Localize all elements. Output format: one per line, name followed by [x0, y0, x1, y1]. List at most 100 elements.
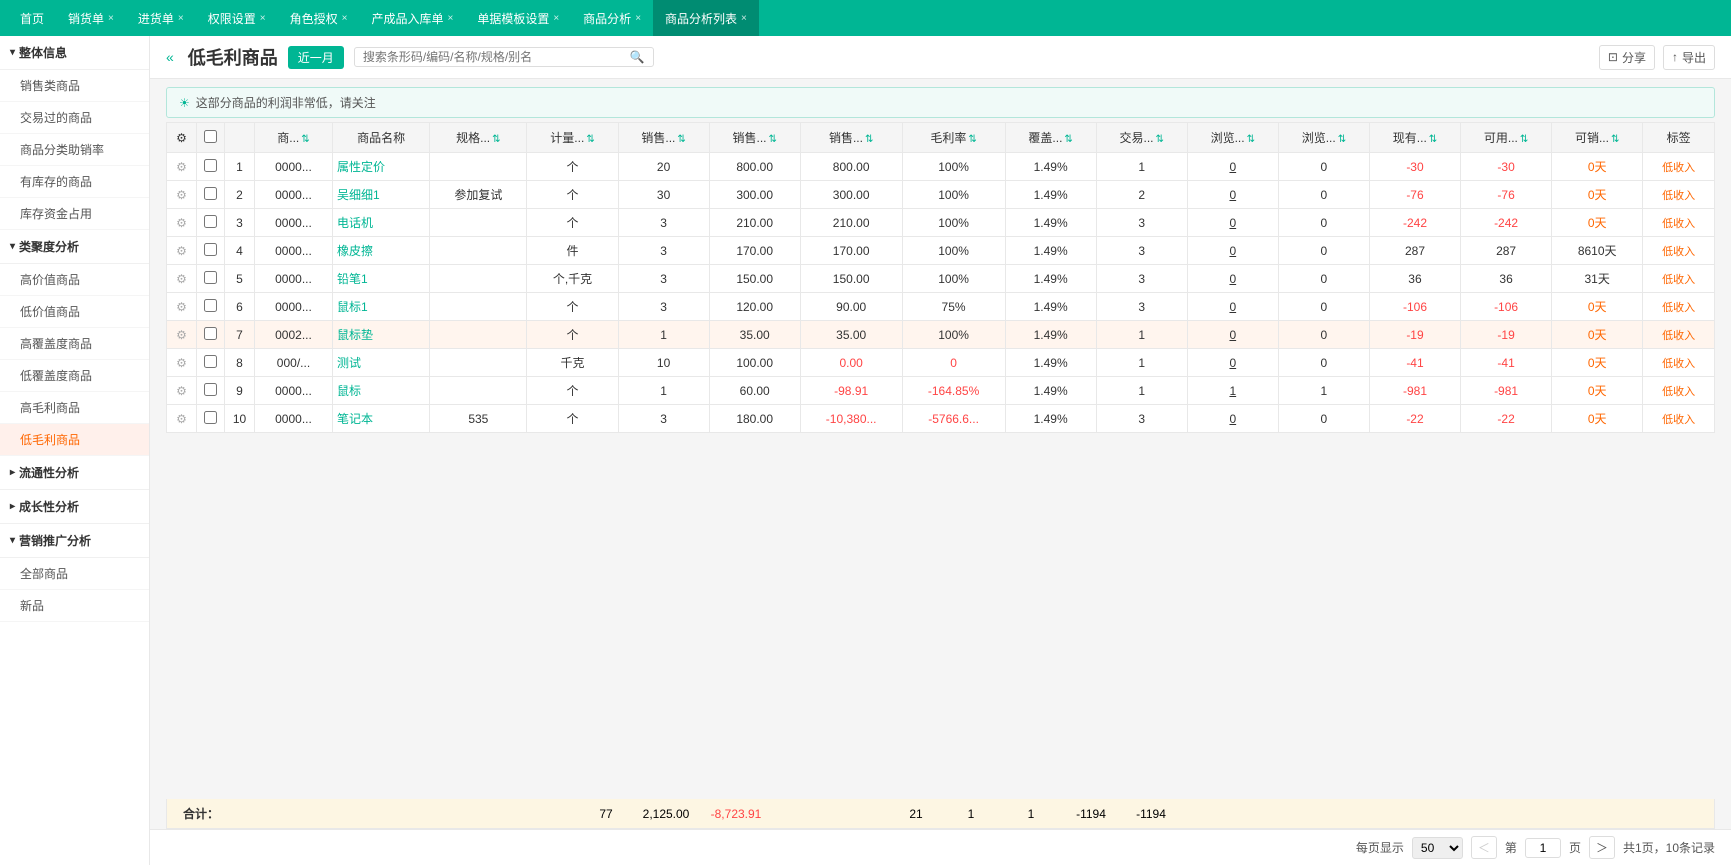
select-all-checkbox[interactable]: [204, 130, 217, 143]
col-spec[interactable]: 规格...⇅: [430, 123, 527, 153]
browse1[interactable]: 0: [1187, 237, 1278, 265]
sidebar-group-overview[interactable]: ▾ 整体信息: [0, 36, 149, 70]
row-checkbox[interactable]: [204, 327, 217, 340]
settings-cell[interactable]: ⚙: [167, 153, 197, 181]
close-icon[interactable]: ×: [108, 13, 114, 24]
nav-product-analysis-list[interactable]: 商品分析列表 ×: [653, 0, 759, 36]
sidebar-item-low-coverage[interactable]: 低覆盖度商品: [0, 360, 149, 392]
close-icon[interactable]: ×: [260, 13, 266, 24]
settings-cell[interactable]: ⚙: [167, 405, 197, 433]
checkbox-cell[interactable]: [197, 377, 225, 405]
nav-home[interactable]: 首页: [8, 0, 56, 36]
checkbox-cell[interactable]: [197, 209, 225, 237]
checkbox-col-header[interactable]: [197, 123, 225, 153]
date-filter-button[interactable]: 近一月: [288, 46, 344, 69]
sidebar-group-growth[interactable]: ▸ 成长性分析: [0, 490, 149, 524]
product-name[interactable]: 电话机: [332, 209, 429, 237]
close-icon[interactable]: ×: [553, 13, 559, 24]
product-name[interactable]: 铅笔1: [332, 265, 429, 293]
sidebar-item-sales-products[interactable]: 销售类商品: [0, 70, 149, 102]
settings-cell[interactable]: ⚙: [167, 209, 197, 237]
row-checkbox[interactable]: [204, 215, 217, 228]
nav-sales-order[interactable]: 销货单 ×: [56, 0, 126, 36]
close-icon[interactable]: ×: [178, 13, 184, 24]
sidebar-item-traded-products[interactable]: 交易过的商品: [0, 102, 149, 134]
row-checkbox[interactable]: [204, 355, 217, 368]
row-checkbox[interactable]: [204, 299, 217, 312]
row-checkbox[interactable]: [204, 411, 217, 424]
col-browse1[interactable]: 浏览...⇅: [1187, 123, 1278, 153]
browse1[interactable]: 0: [1187, 293, 1278, 321]
close-icon[interactable]: ×: [741, 13, 747, 24]
browse1[interactable]: 0: [1187, 153, 1278, 181]
col-unit[interactable]: 计量...⇅: [527, 123, 618, 153]
settings-cell[interactable]: ⚙: [167, 377, 197, 405]
search-icon[interactable]: 🔍: [630, 50, 645, 64]
browse1[interactable]: 0: [1187, 181, 1278, 209]
settings-cell[interactable]: ⚙: [167, 237, 197, 265]
settings-cell[interactable]: ⚙: [167, 321, 197, 349]
browse1[interactable]: 0: [1187, 405, 1278, 433]
product-name[interactable]: 笔记本: [332, 405, 429, 433]
settings-cell[interactable]: ⚙: [167, 265, 197, 293]
col-profit-rate[interactable]: 毛利率⇅: [902, 123, 1005, 153]
settings-cell[interactable]: ⚙: [167, 293, 197, 321]
product-name[interactable]: 橡皮擦: [332, 237, 429, 265]
checkbox-cell[interactable]: [197, 237, 225, 265]
col-code[interactable]: 商...⇅: [255, 123, 333, 153]
checkbox-cell[interactable]: [197, 293, 225, 321]
prev-page-button[interactable]: ＜: [1471, 836, 1497, 859]
checkbox-cell[interactable]: [197, 181, 225, 209]
product-name[interactable]: 鼠标1: [332, 293, 429, 321]
row-checkbox[interactable]: [204, 243, 217, 256]
product-name[interactable]: 属性定价: [332, 153, 429, 181]
col-sales-amount[interactable]: 销售...⇅: [709, 123, 800, 153]
page-size-select[interactable]: 50 100 200: [1412, 837, 1463, 859]
checkbox-cell[interactable]: [197, 265, 225, 293]
share-button[interactable]: ⊡ 分享: [1599, 45, 1655, 70]
next-page-button[interactable]: ＞: [1589, 836, 1615, 859]
sidebar-group-marketing[interactable]: ▾ 营销推广分析: [0, 524, 149, 558]
checkbox-cell[interactable]: [197, 405, 225, 433]
nav-purchase-order[interactable]: 进货单 ×: [126, 0, 196, 36]
sidebar-item-stock-capital[interactable]: 库存资金占用: [0, 198, 149, 230]
product-name[interactable]: 测试: [332, 349, 429, 377]
browse1[interactable]: 0: [1187, 349, 1278, 377]
col-available[interactable]: 可用...⇅: [1461, 123, 1552, 153]
col-coverage[interactable]: 覆盖...⇅: [1005, 123, 1096, 153]
browse1[interactable]: 0: [1187, 321, 1278, 349]
browse1[interactable]: 1: [1187, 377, 1278, 405]
browse1[interactable]: 0: [1187, 209, 1278, 237]
settings-col-header[interactable]: ⚙: [167, 123, 197, 153]
page-number-input[interactable]: [1525, 838, 1561, 858]
sidebar-item-high-value[interactable]: 高价值商品: [0, 264, 149, 296]
sidebar-item-all-products[interactable]: 全部商品: [0, 558, 149, 590]
nav-product-analysis[interactable]: 商品分析 ×: [571, 0, 653, 36]
row-checkbox[interactable]: [204, 271, 217, 284]
table-container[interactable]: ⚙ 商...⇅ 商品名称 规格...⇅ 计量...⇅ 销售...⇅ 销售...⇅…: [150, 122, 1731, 799]
settings-cell[interactable]: ⚙: [167, 181, 197, 209]
close-icon[interactable]: ×: [342, 13, 348, 24]
sidebar-item-new-products[interactable]: 新品: [0, 590, 149, 622]
col-browse2[interactable]: 浏览...⇅: [1278, 123, 1369, 153]
row-checkbox[interactable]: [204, 159, 217, 172]
search-input[interactable]: [363, 50, 630, 64]
checkbox-cell[interactable]: [197, 321, 225, 349]
col-trade[interactable]: 交易...⇅: [1096, 123, 1187, 153]
close-icon[interactable]: ×: [447, 13, 453, 24]
col-name[interactable]: 商品名称: [332, 123, 429, 153]
sidebar-group-liquidity[interactable]: ▸ 流通性分析: [0, 456, 149, 490]
settings-cell[interactable]: ⚙: [167, 349, 197, 377]
product-name[interactable]: 鼠标: [332, 377, 429, 405]
sidebar-group-cluster[interactable]: ▾ 类聚度分析: [0, 230, 149, 264]
nav-template-settings[interactable]: 单据模板设置 ×: [465, 0, 571, 36]
close-icon[interactable]: ×: [635, 13, 641, 24]
row-checkbox[interactable]: [204, 187, 217, 200]
col-sales-profit[interactable]: 销售...⇅: [800, 123, 902, 153]
sidebar-collapse-button[interactable]: «: [166, 49, 174, 65]
checkbox-cell[interactable]: [197, 349, 225, 377]
sidebar-item-stocked-products[interactable]: 有库存的商品: [0, 166, 149, 198]
row-checkbox[interactable]: [204, 383, 217, 396]
sidebar-item-low-value[interactable]: 低价值商品: [0, 296, 149, 328]
nav-finished-goods[interactable]: 产成品入库单 ×: [359, 0, 465, 36]
